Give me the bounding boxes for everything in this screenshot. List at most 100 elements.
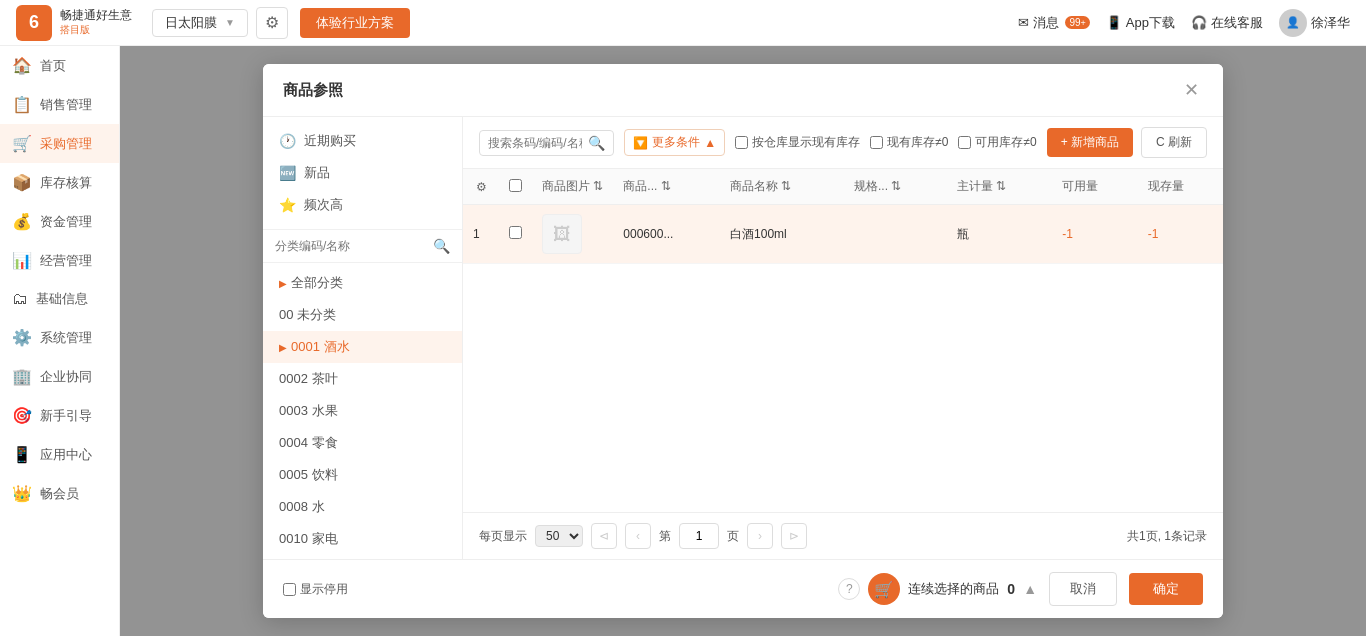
show-disabled-text: 显示停用 — [300, 581, 348, 598]
filter-icon: 🔽 — [633, 136, 648, 150]
modal-right-panel: 🔍 🔽 更多条件 ▲ 按仓库显示现有库存 — [463, 117, 1223, 559]
th-unit[interactable]: 主计量 ⇅ — [947, 169, 1053, 205]
product-table-body: 1 🖼 000600... 白酒100ml — [463, 205, 1223, 264]
th-name[interactable]: 商品名称 ⇅ — [720, 169, 844, 205]
recent-purchase-item[interactable]: 🕐 近期购买 — [263, 125, 462, 157]
cat-0010[interactable]: 0010 家电 — [263, 523, 462, 555]
modal-overlay: 商品参照 ✕ 🕐 近期购买 🆕 — [120, 46, 1366, 636]
cat-all[interactable]: ▶ 全部分类 — [263, 267, 462, 299]
stock-nonzero-text: 现有库存≠0 — [887, 134, 948, 151]
modal-close-button[interactable]: ✕ — [1179, 78, 1203, 102]
sidebar-label-system: 系统管理 — [40, 329, 92, 347]
frequent-item[interactable]: ⭐ 频次高 — [263, 189, 462, 221]
page-size-select[interactable]: 50 — [535, 525, 583, 547]
category-search-input[interactable] — [275, 239, 429, 253]
experience-button[interactable]: 体验行业方案 — [300, 8, 410, 38]
modal-title: 商品参照 — [283, 81, 343, 100]
product-thumbnail: 🖼 — [542, 214, 582, 254]
cat-00[interactable]: 00 未分类 — [263, 299, 462, 331]
th-code-sort-icon: ⇅ — [661, 179, 671, 193]
cat-0004[interactable]: 0004 零食 — [263, 427, 462, 459]
sidebar-label-guide: 新手引导 — [40, 407, 92, 425]
cancel-button[interactable]: 取消 — [1049, 572, 1117, 606]
sidebar-item-member[interactable]: 👑 畅会员 — [0, 474, 119, 513]
add-product-button[interactable]: + 新增商品 — [1047, 128, 1133, 157]
product-search-icon[interactable]: 🔍 — [588, 135, 605, 151]
warehouse-filter-label[interactable]: 按仓库显示现有库存 — [735, 134, 860, 151]
cell-checkbox — [499, 205, 532, 264]
th-settings[interactable]: ⚙ — [463, 169, 499, 205]
cat-0002[interactable]: 0002 茶叶 — [263, 363, 462, 395]
sidebar-label-sales: 销售管理 — [40, 96, 92, 114]
sidebar-item-guide[interactable]: 🎯 新手引导 — [0, 396, 119, 435]
modal-header: 商品参照 ✕ — [263, 64, 1223, 117]
show-disabled-label[interactable]: 显示停用 — [283, 581, 348, 598]
sidebar-item-apps[interactable]: 📱 应用中心 — [0, 435, 119, 474]
page-size-label: 每页显示 — [479, 528, 527, 545]
messages-button[interactable]: ✉ 消息 99+ — [1018, 14, 1089, 32]
stock-nonzero-checkbox[interactable] — [870, 136, 883, 149]
product-search-input[interactable] — [488, 136, 582, 150]
page-last-button[interactable]: ⊳ — [781, 523, 807, 549]
available-nonzero-label[interactable]: 可用库存≠0 — [958, 134, 1036, 151]
new-icon: 🆕 — [279, 165, 296, 181]
cell-code: 000600... — [613, 205, 720, 264]
help-icon[interactable]: ? — [838, 578, 860, 600]
sidebar-item-home[interactable]: 🏠 首页 — [0, 46, 119, 85]
sidebar-label-apps: 应用中心 — [40, 446, 92, 464]
warehouse-filter-checkbox[interactable] — [735, 136, 748, 149]
th-checkbox — [499, 169, 532, 205]
user-profile-button[interactable]: 👤 徐泽华 — [1279, 9, 1350, 37]
toolbar-right: + 新增商品 C 刷新 — [1047, 127, 1207, 158]
new-products-item[interactable]: 🆕 新品 — [263, 157, 462, 189]
th-code[interactable]: 商品... ⇅ — [613, 169, 720, 205]
select-all-checkbox[interactable] — [509, 179, 522, 192]
more-filter-button[interactable]: 🔽 更多条件 ▲ — [624, 129, 725, 156]
sidebar-item-operations[interactable]: 📊 经营管理 — [0, 241, 119, 280]
page-next-button[interactable]: › — [747, 523, 773, 549]
headset-icon: 🎧 — [1191, 15, 1207, 30]
show-disabled-checkbox[interactable] — [283, 583, 296, 596]
table-row[interactable]: 1 🖼 000600... 白酒100ml — [463, 205, 1223, 264]
app-download-button[interactable]: 📱 App下载 — [1106, 14, 1175, 32]
sidebar-item-purchase[interactable]: 🛒 采购管理 — [0, 124, 119, 163]
th-name-sort-icon: ⇅ — [781, 179, 791, 193]
sidebar-item-sales[interactable]: 📋 销售管理 — [0, 85, 119, 124]
cat-0005[interactable]: 0005 饮料 — [263, 459, 462, 491]
sidebar-label-member: 畅会员 — [40, 485, 79, 503]
sidebar-item-enterprise[interactable]: 🏢 企业协同 — [0, 357, 119, 396]
sidebar-item-system[interactable]: ⚙️ 系统管理 — [0, 318, 119, 357]
th-image[interactable]: 商品图片 ⇅ — [532, 169, 613, 205]
page-prev-button[interactable]: ‹ — [625, 523, 651, 549]
org-selector[interactable]: 日太阳膜 ▼ — [152, 9, 248, 37]
available-nonzero-checkbox[interactable] — [958, 136, 971, 149]
th-spec[interactable]: 规格... ⇅ — [844, 169, 947, 205]
stock-nonzero-label[interactable]: 现有库存≠0 — [870, 134, 948, 151]
nav-right: ✉ 消息 99+ 📱 App下载 🎧 在线客服 👤 徐泽华 — [1018, 9, 1350, 37]
settings-gear-icon[interactable]: ⚙ — [256, 7, 288, 39]
filter-arrow-icon: ▲ — [704, 136, 716, 150]
cat-0001[interactable]: ▶ 0001 酒水 — [263, 331, 462, 363]
inventory-icon: 📦 — [12, 173, 32, 192]
cart-count: 0 — [1007, 581, 1015, 597]
cart-collapse-icon[interactable]: ▲ — [1023, 581, 1037, 597]
online-service-button[interactable]: 🎧 在线客服 — [1191, 14, 1263, 32]
page-number-input[interactable]: 1 — [679, 523, 719, 549]
sidebar-item-finance[interactable]: 💰 资金管理 — [0, 202, 119, 241]
cat-0001-label: 0001 酒水 — [291, 338, 350, 356]
sidebar-item-inventory[interactable]: 📦 库存核算 — [0, 163, 119, 202]
refresh-button[interactable]: C 刷新 — [1141, 127, 1207, 158]
category-search-icon[interactable]: 🔍 — [433, 238, 450, 254]
messages-label: 消息 — [1033, 14, 1059, 32]
product-modal: 商品参照 ✕ 🕐 近期购买 🆕 — [263, 64, 1223, 618]
cat-0008[interactable]: 0008 水 — [263, 491, 462, 523]
page-label-first: 第 — [659, 528, 671, 545]
cat-0003[interactable]: 0003 水果 — [263, 395, 462, 427]
cart-button[interactable]: 🛒 — [868, 573, 900, 605]
sidebar-item-basic[interactable]: 🗂 基础信息 — [0, 280, 119, 318]
confirm-button[interactable]: 确定 — [1129, 573, 1203, 605]
username-label: 徐泽华 — [1311, 14, 1350, 32]
product-table-wrap: ⚙ 商品图片 ⇅ — [463, 169, 1223, 512]
page-first-button[interactable]: ⊲ — [591, 523, 617, 549]
row-checkbox[interactable] — [509, 226, 522, 239]
